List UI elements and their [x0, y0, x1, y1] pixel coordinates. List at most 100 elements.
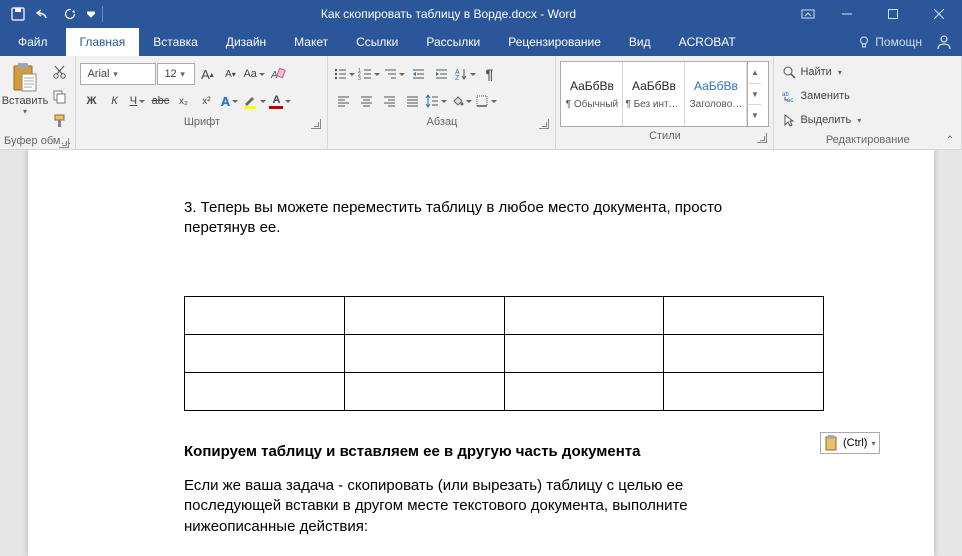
italic-button[interactable]: К: [103, 90, 125, 112]
tab-layout[interactable]: Макет: [280, 28, 342, 56]
text-effects-button[interactable]: A: [218, 90, 240, 112]
line-spacing-icon: [425, 94, 439, 108]
numbering-button[interactable]: 123: [357, 63, 381, 85]
document-area: 3. Теперь вы можете переместить таблицу …: [0, 150, 962, 556]
shading-button[interactable]: [449, 90, 473, 112]
shrink-font-button[interactable]: A▾: [219, 63, 241, 85]
scissors-icon: [52, 65, 67, 80]
tab-file[interactable]: Файл: [0, 28, 66, 56]
tab-insert[interactable]: Вставка: [139, 28, 212, 56]
subscript-button[interactable]: x₂: [172, 90, 194, 112]
bold-button[interactable]: Ж: [80, 90, 102, 112]
chevron-down-icon: ▾: [871, 439, 875, 448]
window-title: Как скопировать таблицу в Ворде.docx - W…: [105, 7, 792, 21]
decrease-indent-button[interactable]: [407, 63, 429, 85]
clear-formatting-button[interactable]: A: [267, 63, 289, 85]
justify-button[interactable]: [401, 90, 423, 112]
paintbrush-icon: [52, 113, 67, 128]
redo-button[interactable]: [58, 2, 82, 26]
tab-design[interactable]: Дизайн: [212, 28, 280, 56]
line-spacing-button[interactable]: [424, 90, 448, 112]
replace-icon: abac: [782, 89, 796, 103]
paint-bucket-icon: [450, 94, 464, 108]
align-left-icon: [336, 94, 350, 108]
paste-label: Вставить: [2, 95, 49, 107]
gallery-up-button[interactable]: ▲: [747, 62, 761, 84]
bullets-button[interactable]: [332, 63, 356, 85]
clipboard-icon: [9, 61, 41, 93]
tell-me[interactable]: Помощн: [857, 35, 922, 49]
show-marks-button[interactable]: ¶: [478, 63, 500, 85]
eraser-icon: A: [270, 66, 286, 82]
replace-button[interactable]: abac Заменить: [778, 85, 957, 107]
svg-text:Z: Z: [455, 75, 460, 81]
tab-view[interactable]: Вид: [615, 28, 665, 56]
heading: Копируем таблицу и вставляем ее в другую…: [184, 442, 778, 462]
clipboard-dialog-launcher[interactable]: [59, 138, 69, 148]
tab-mailings[interactable]: Рассылки: [412, 28, 494, 56]
change-case-button[interactable]: Aa: [242, 63, 265, 85]
increase-indent-button[interactable]: [430, 63, 452, 85]
sort-button[interactable]: AZ: [453, 63, 477, 85]
select-button[interactable]: Выделить ▾: [778, 109, 957, 131]
paragraph-4: Если же ваша задача - скопировать (или в…: [184, 476, 778, 537]
clipboard-icon: [825, 435, 839, 451]
minimize-button[interactable]: [824, 0, 870, 28]
maximize-button[interactable]: [870, 0, 916, 28]
underline-button[interactable]: Ч: [126, 90, 148, 112]
ribbon-tabs: Файл Главная Вставка Дизайн Макет Ссылки…: [0, 28, 962, 56]
multilevel-list-button[interactable]: [382, 63, 406, 85]
align-center-button[interactable]: [355, 90, 377, 112]
chevron-down-icon: ▾: [109, 69, 121, 80]
tab-review[interactable]: Рецензирование: [494, 28, 615, 56]
person-icon: [936, 34, 952, 50]
gallery-down-button[interactable]: ▼: [747, 84, 761, 106]
group-font: Arial▾ 12▾ A▴ A▾ Aa A Ж К Ч abc x₂ x² A: [76, 56, 328, 149]
quick-access-toolbar: [0, 2, 105, 26]
chevron-down-icon: ▾: [857, 116, 861, 125]
tab-references[interactable]: Ссылки: [342, 28, 412, 56]
paragraph-dialog-launcher[interactable]: [539, 119, 549, 129]
window-controls: [824, 0, 962, 28]
style-normal[interactable]: АаБбВв ¶ Обычный: [561, 62, 623, 126]
tab-home[interactable]: Главная: [66, 28, 140, 56]
qat-customize-button[interactable]: [84, 2, 98, 26]
style-no-spacing[interactable]: АаБбВв ¶ Без инте…: [623, 62, 685, 126]
ribbon: Вставить ▾ Буфер обм… Arial▾ 12▾: [0, 56, 962, 150]
font-name-combo[interactable]: Arial▾: [80, 63, 156, 85]
account-button[interactable]: [936, 34, 952, 50]
page[interactable]: 3. Теперь вы можете переместить таблицу …: [28, 150, 934, 556]
copy-icon: [52, 89, 67, 104]
superscript-button[interactable]: x²: [195, 90, 217, 112]
font-size-combo[interactable]: 12▾: [157, 63, 195, 85]
align-right-button[interactable]: [378, 90, 400, 112]
cut-button[interactable]: [48, 61, 70, 83]
highlight-button[interactable]: [241, 90, 267, 112]
style-heading1[interactable]: АаБбВв Заголово…: [685, 62, 747, 126]
outdent-icon: [411, 67, 425, 81]
close-button[interactable]: [916, 0, 962, 28]
numbered-list-icon: 123: [358, 67, 372, 81]
copy-button[interactable]: [48, 85, 70, 107]
paste-options-button[interactable]: (Ctrl) ▾: [820, 432, 880, 454]
collapse-ribbon-button[interactable]: ⌃: [942, 133, 958, 147]
grow-font-button[interactable]: A▴: [196, 63, 218, 85]
title-bar: Как скопировать таблицу в Ворде.docx - W…: [0, 0, 962, 28]
gallery-more-button[interactable]: ▼: [747, 105, 761, 126]
tab-acrobat[interactable]: ACROBAT: [665, 28, 750, 56]
paragraph-3: 3. Теперь вы можете переместить таблицу …: [184, 198, 778, 239]
font-dialog-launcher[interactable]: [311, 119, 321, 129]
styles-dialog-launcher[interactable]: [757, 133, 767, 143]
ribbon-display-options[interactable]: [792, 9, 824, 19]
font-color-button[interactable]: A: [268, 90, 292, 112]
strikethrough-button[interactable]: abc: [149, 90, 171, 112]
undo-button[interactable]: [32, 2, 56, 26]
paste-button[interactable]: Вставить ▾: [4, 59, 46, 132]
find-button[interactable]: Найти ▾: [778, 61, 957, 83]
borders-button[interactable]: [474, 90, 498, 112]
lightbulb-icon: [857, 35, 871, 49]
align-left-button[interactable]: [332, 90, 354, 112]
save-button[interactable]: [6, 2, 30, 26]
document-table[interactable]: [184, 296, 824, 411]
format-painter-button[interactable]: [48, 109, 70, 131]
